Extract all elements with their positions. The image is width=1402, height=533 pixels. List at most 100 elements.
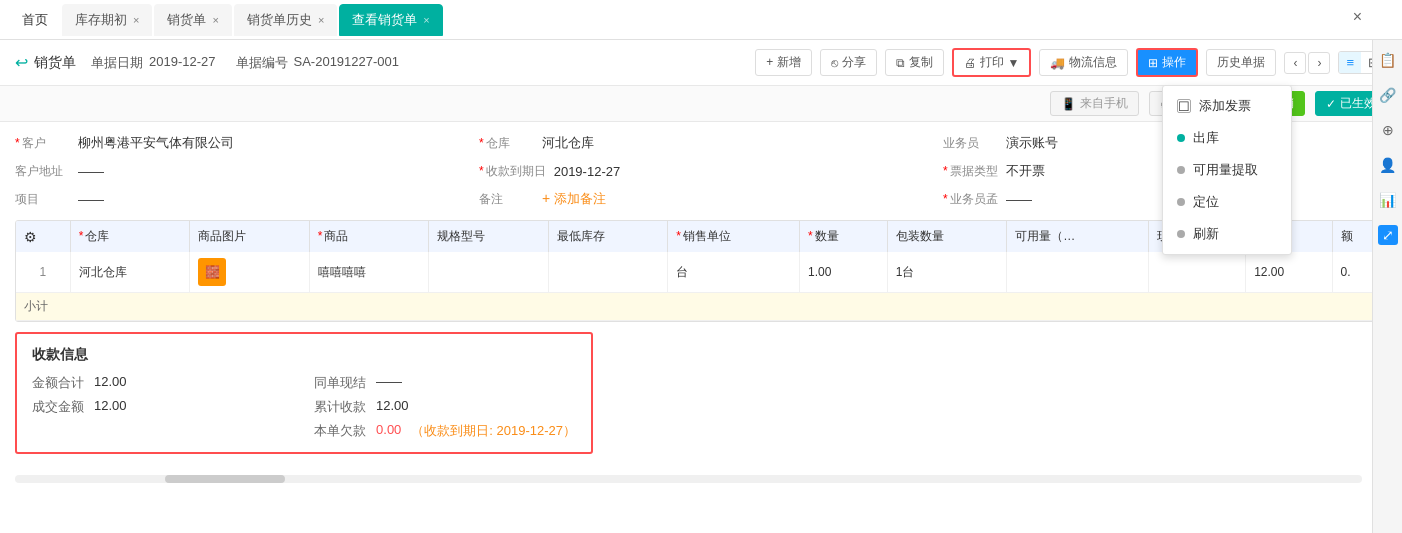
nav-next[interactable]: › <box>1308 52 1330 74</box>
payment-date-label: 收款到期日 <box>479 163 546 180</box>
warehouse-row: 仓库 河北仓库 <box>479 134 923 152</box>
copy-button[interactable]: ⧉ 复制 <box>885 49 944 76</box>
sidebar-icon-1[interactable]: 📋 <box>1378 50 1398 70</box>
subtotal-row: 小计 <box>16 293 1386 321</box>
tab-history-close[interactable]: × <box>318 14 324 26</box>
staff2-value: —— <box>1006 192 1032 207</box>
window-close[interactable]: × <box>1353 8 1362 26</box>
view-list[interactable]: ≡ <box>1339 52 1361 73</box>
project-row: 项目 —— <box>15 190 459 208</box>
sidebar-icon-2[interactable]: 🔗 <box>1378 85 1398 105</box>
tab-inventory-close[interactable]: × <box>133 14 139 26</box>
doc-title-text: 销货单 <box>34 54 76 72</box>
operate-label: 操作 <box>1162 54 1186 71</box>
nav-arrows: ‹ › <box>1284 52 1330 74</box>
col-spec: 规格型号 <box>429 221 549 252</box>
from-phone-btn[interactable]: 📱 来自手机 <box>1050 91 1139 116</box>
operate-grid-icon: ⊞ <box>1148 56 1158 70</box>
row-qty: 1.00 <box>800 252 888 293</box>
sidebar-expand[interactable]: ⤢ <box>1378 225 1398 245</box>
horizontal-scrollbar[interactable] <box>15 475 1362 483</box>
operate-button[interactable]: ⊞ 操作 <box>1136 48 1198 77</box>
tab-home[interactable]: 首页 <box>10 4 60 36</box>
tab-inventory-start[interactable]: 库存期初 × <box>62 4 152 36</box>
staff-label: 业务员 <box>943 135 998 152</box>
total-label: 金额合计 <box>32 374 84 392</box>
due-note: （收款到期日: 2019-12-27） <box>411 422 576 440</box>
share-label: 分享 <box>842 54 866 71</box>
col-product: 商品 <box>309 221 429 252</box>
menu-quantity-fetch[interactable]: 可用量提取 <box>1163 154 1291 186</box>
tab-view-sales[interactable]: 查看销货单 × <box>339 4 442 36</box>
menu-qty-fetch-label: 可用量提取 <box>1193 161 1258 179</box>
scrollbar-thumb[interactable] <box>165 475 285 483</box>
product-image-icon: 🧱 <box>205 265 220 279</box>
payment-info-box: 收款信息 金额合计 12.00 成交金额 12.00 同单现结 —— 累计收款 <box>15 332 593 454</box>
doc-no-label: 单据编号 <box>236 54 288 72</box>
copy-icon: ⧉ <box>896 56 905 70</box>
print-chevron: ▼ <box>1008 56 1020 70</box>
new-button[interactable]: + 新增 <box>755 49 811 76</box>
tab-view-sales-close[interactable]: × <box>423 14 429 26</box>
customer-label: 客户 <box>15 135 70 152</box>
same-order-label: 同单现结 <box>314 374 366 392</box>
main-content: ↩ 销货单 单据日期 2019-12-27 单据编号 SA-20191227-0… <box>0 40 1402 533</box>
col-pack-qty: 包装数量 <box>887 221 1007 252</box>
same-order-value: —— <box>376 374 402 392</box>
print-label: 打印 <box>980 54 1004 71</box>
outbound-dot <box>1177 134 1185 142</box>
locate-dot <box>1177 198 1185 206</box>
qty-fetch-dot <box>1177 166 1185 174</box>
nav-prev[interactable]: ‹ <box>1284 52 1306 74</box>
doc-date-value: 2019-12-27 <box>149 54 216 72</box>
doc-icon: ↩ <box>15 53 28 72</box>
payment-date-row: 收款到期日 2019-12-27 <box>479 162 923 180</box>
doc-date-item: 单据日期 2019-12-27 <box>91 54 216 72</box>
share-button[interactable]: ⎋ 分享 <box>820 49 877 76</box>
note-label: 备注 <box>479 191 534 208</box>
history-button[interactable]: 历史单据 <box>1206 49 1276 76</box>
row-product: 嘻嘻嘻嘻 <box>309 252 429 293</box>
tab-sales-order[interactable]: 销货单 × <box>154 4 231 36</box>
row-stock <box>1148 252 1245 293</box>
note-add-btn[interactable]: + 添加备注 <box>542 190 606 208</box>
staff-value: 演示账号 <box>1006 134 1058 152</box>
note-row: 备注 + 添加备注 <box>479 190 923 208</box>
from-phone-label: 来自手机 <box>1080 95 1128 112</box>
menu-outbound[interactable]: 出库 <box>1163 122 1291 154</box>
product-image: 🧱 <box>198 258 226 286</box>
ticket-label: 票据类型 <box>943 163 998 180</box>
transaction-value: 12.00 <box>94 398 127 416</box>
address-row: 客户地址 —— <box>15 162 459 180</box>
doc-actions: + 新增 ⎋ 分享 ⧉ 复制 🖨 打印 ▼ 🚚 物流信息 ⊞ 操作 <box>755 48 1387 77</box>
menu-refresh[interactable]: 刷新 <box>1163 218 1291 250</box>
warehouse-label: 仓库 <box>479 135 534 152</box>
print-button[interactable]: 🖨 打印 ▼ <box>952 48 1032 77</box>
tab-inventory-label: 库存期初 <box>75 11 127 29</box>
sidebar-icon-4[interactable]: 👤 <box>1378 155 1398 175</box>
menu-add-invoice[interactable]: ☐ 添加发票 <box>1163 90 1291 122</box>
subtotal-label: 小计 <box>16 293 1386 321</box>
due-value: 0.00 <box>376 422 401 440</box>
project-value: —— <box>78 192 104 207</box>
cumulative-label: 累计收款 <box>314 398 366 416</box>
sidebar-icon-3[interactable]: ⊕ <box>1378 120 1398 140</box>
new-label: + 新增 <box>766 54 800 71</box>
col-settings[interactable]: ⚙ <box>16 221 70 252</box>
menu-locate[interactable]: 定位 <box>1163 186 1291 218</box>
logistics-icon: 🚚 <box>1050 56 1065 70</box>
menu-refresh-label: 刷新 <box>1193 225 1219 243</box>
total-row: 金额合计 12.00 <box>32 374 294 392</box>
operate-dropdown: ☐ 添加发票 出库 可用量提取 定位 刷新 <box>1162 85 1292 255</box>
menu-outbound-label: 出库 <box>1193 129 1219 147</box>
tab-sales-close[interactable]: × <box>212 14 218 26</box>
customer-row: 客户 柳州粤港平安气体有限公司 <box>15 134 459 152</box>
row-min-stock <box>548 252 668 293</box>
logistics-button[interactable]: 🚚 物流信息 <box>1039 49 1128 76</box>
sidebar-icon-5[interactable]: 📊 <box>1378 190 1398 210</box>
staff2-label: 业务员孟 <box>943 191 998 208</box>
cumulative-row: 累计收款 12.00 <box>314 398 576 416</box>
customer-value: 柳州粤港平安气体有限公司 <box>78 134 234 152</box>
transaction-label: 成交金额 <box>32 398 84 416</box>
tab-sales-history[interactable]: 销货单历史 × <box>234 4 337 36</box>
